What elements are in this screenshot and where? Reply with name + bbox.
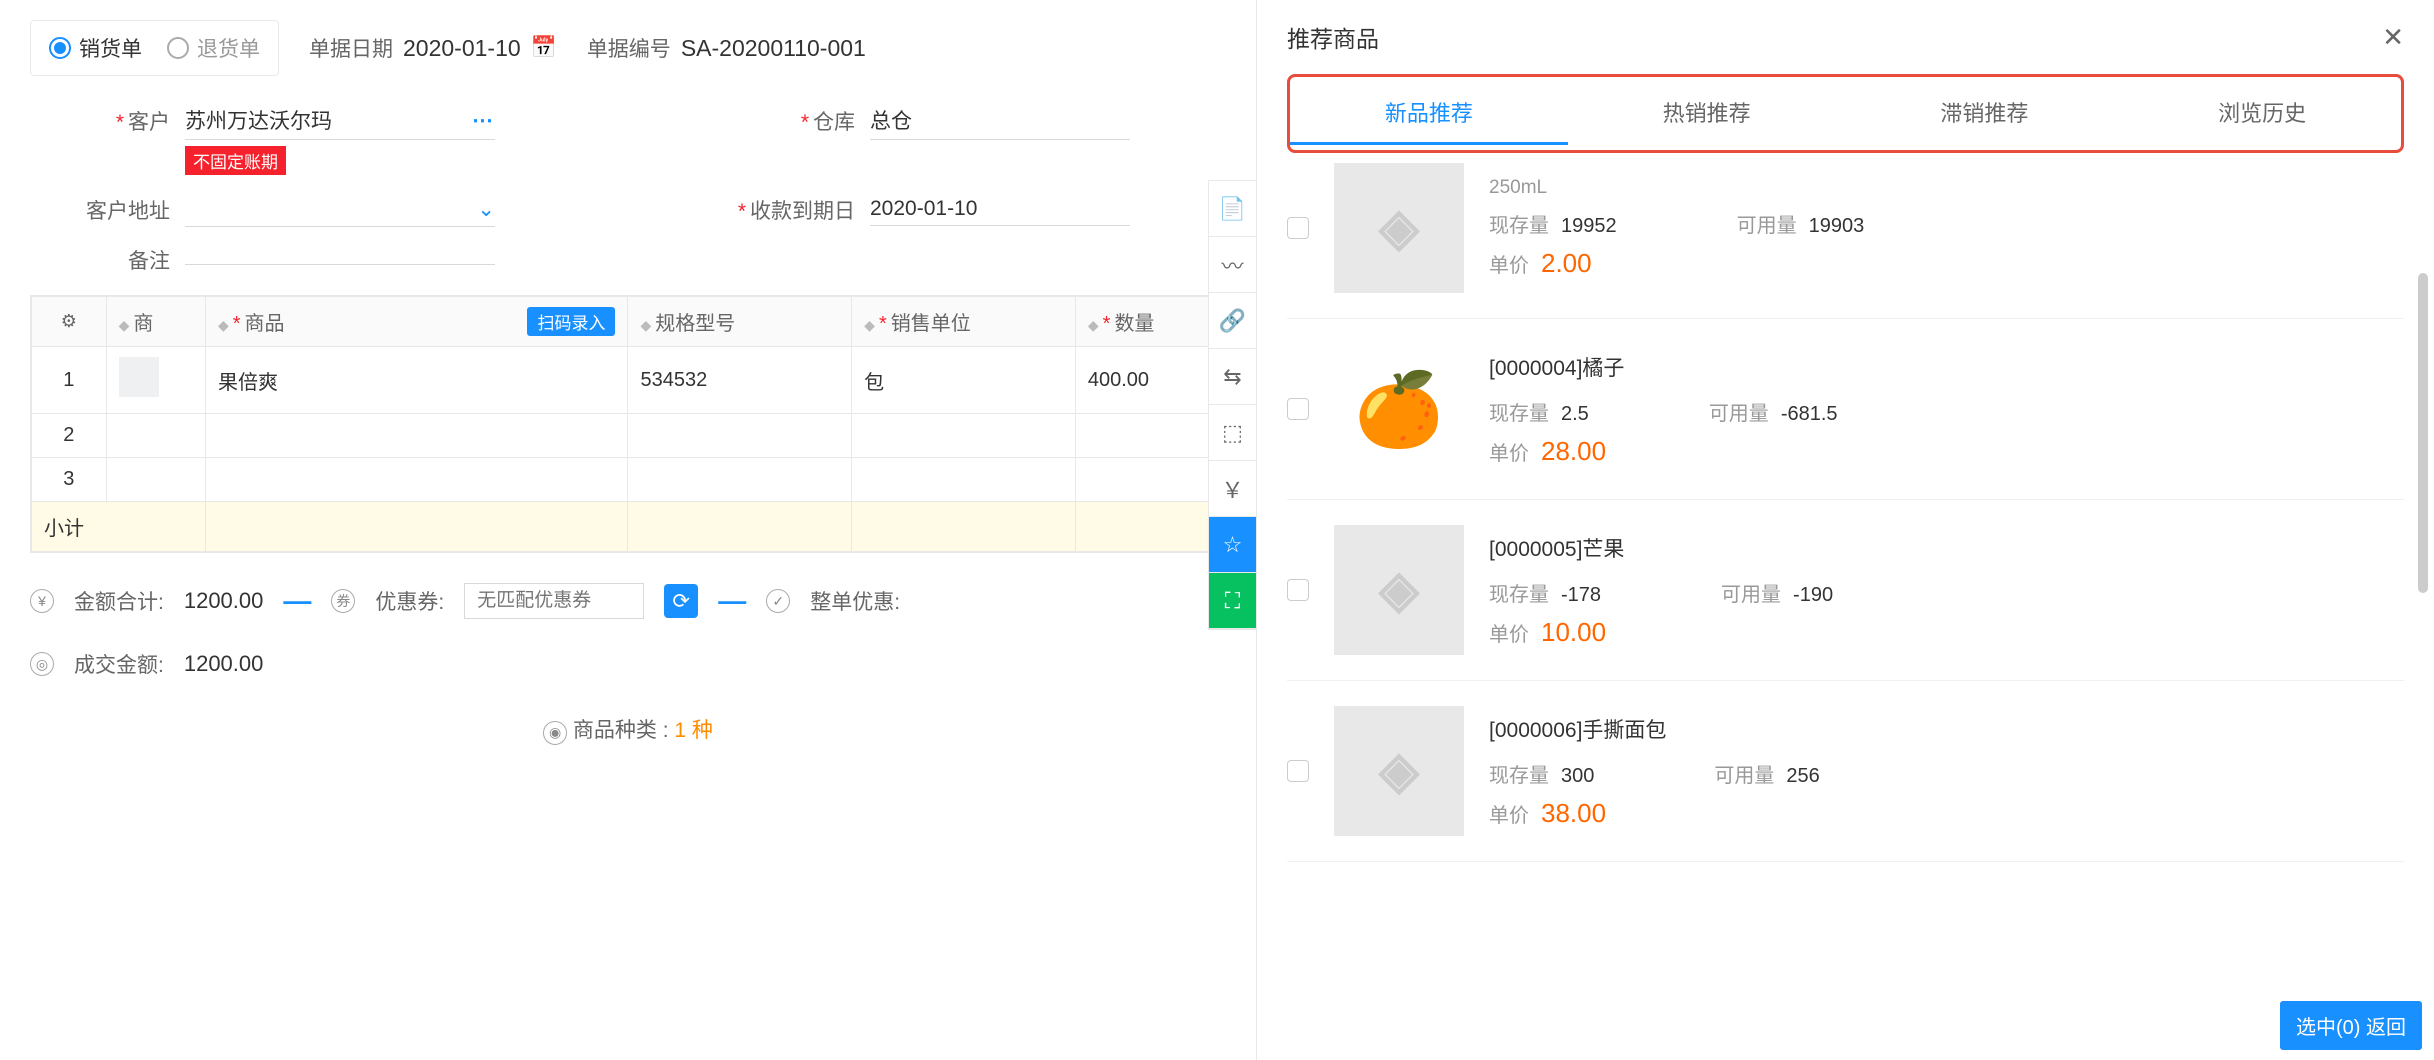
sku-icon: ◉: [543, 721, 567, 745]
product-item[interactable]: ◈ [0000006]手撕面包 现存量300 可用量256 单价38.00: [1287, 681, 2404, 862]
product-checkbox[interactable]: [1287, 217, 1309, 239]
tool-link-icon[interactable]: 🔗: [1209, 293, 1256, 349]
line-items-table: ⚙ ◆商 ◆*商品扫码录入 ◆规格型号 ◆*销售单位 ◆*数量 1 果倍爽 53…: [30, 295, 1226, 553]
sort-icon[interactable]: ◆: [119, 317, 130, 333]
chevron-down-icon[interactable]: ⌄: [477, 197, 495, 222]
tab-new[interactable]: 新品推荐: [1290, 82, 1568, 145]
tool-archive-icon[interactable]: ⬚: [1209, 405, 1256, 461]
currency-icon: ¥: [30, 589, 54, 613]
product-thumb: [119, 357, 159, 397]
tab-hot[interactable]: 热销推荐: [1568, 82, 1846, 145]
product-image-orange: 🍊: [1334, 344, 1464, 474]
sort-icon[interactable]: ◆: [1088, 317, 1099, 333]
customer-tag: 不固定账期: [185, 146, 286, 175]
product-checkbox[interactable]: [1287, 398, 1309, 420]
doc-no-label: 单据编号: [587, 33, 671, 63]
product-image-placeholder: ◈: [1334, 163, 1464, 293]
due-date-value: 2020-01-10: [870, 197, 977, 221]
table-row[interactable]: 1 果倍爽 534532 包 400.00: [32, 347, 1225, 414]
remark-field[interactable]: 备注: [30, 245, 495, 275]
sales-form-panel: 销货单 退货单 单据日期 2020-01-10 📅 单据编号 SA-202001…: [0, 0, 1256, 1060]
gear-icon[interactable]: ⚙: [61, 311, 77, 331]
customer-value: 苏州万达沃尔玛: [185, 105, 332, 135]
product-item[interactable]: ◈ 250mL 现存量19952 可用量19903 单价2.00: [1287, 153, 2404, 319]
dash-icon: —: [718, 585, 746, 617]
doc-no-value: SA-20200110-001: [681, 35, 866, 62]
coupon-icon: 券: [331, 589, 355, 613]
doc-date-label: 单据日期: [309, 33, 393, 63]
discount-icon: ✓: [766, 589, 790, 613]
tool-star-icon[interactable]: ☆: [1209, 517, 1256, 573]
warehouse-value: 总仓: [870, 105, 912, 135]
recommendation-panel: 推荐商品 ✕ 新品推荐 热销推荐 滞销推荐 浏览历史 ◈ 250mL 现存量19…: [1256, 0, 2434, 1060]
table-row[interactable]: 2: [32, 414, 1225, 458]
more-dots-icon[interactable]: ⋯: [472, 108, 495, 133]
scan-input-button[interactable]: 扫码录入: [527, 307, 615, 336]
final-amount: 1200.00: [184, 651, 264, 677]
product-list[interactable]: ◈ 250mL 现存量19952 可用量19903 单价2.00 🍊 [0000…: [1257, 153, 2434, 991]
due-date-field[interactable]: *收款到期日 2020-01-10: [715, 193, 1130, 226]
final-icon: ◎: [30, 652, 54, 676]
refresh-button[interactable]: ⟳: [664, 584, 698, 618]
recommendation-tabs: 新品推荐 热销推荐 滞销推荐 浏览历史: [1287, 74, 2404, 153]
sort-icon[interactable]: ◆: [864, 317, 875, 333]
coupon-input[interactable]: [464, 583, 644, 619]
select-return-button[interactable]: 选中(0) 返回: [2280, 1001, 2422, 1050]
scrollbar[interactable]: [2418, 273, 2428, 593]
radio-selected-icon: [49, 37, 71, 59]
tool-expand-icon[interactable]: ⛶: [1209, 573, 1256, 629]
tool-chart-icon[interactable]: 〰: [1209, 237, 1256, 293]
tab-return-label: 退货单: [197, 33, 260, 63]
table-row[interactable]: 3: [32, 458, 1225, 502]
product-item[interactable]: 🍊 [0000004]橘子 现存量2.5 可用量-681.5 单价28.00: [1287, 319, 2404, 500]
sort-icon[interactable]: ◆: [218, 317, 229, 333]
calendar-icon[interactable]: 📅: [531, 36, 557, 60]
product-checkbox[interactable]: [1287, 760, 1309, 782]
tab-sales-label: 销货单: [79, 33, 142, 63]
product-item[interactable]: ◈ [0000005]芒果 现存量-178 可用量-190 单价10.00: [1287, 500, 2404, 681]
doc-no-field: 单据编号 SA-20200110-001: [587, 33, 866, 63]
customer-field[interactable]: *客户 苏州万达沃尔玛 ⋯: [30, 101, 495, 140]
address-field[interactable]: 客户地址 ⌄: [30, 193, 495, 227]
dash-icon: —: [283, 585, 311, 617]
subtotal-row: 小计: [32, 502, 1225, 552]
sort-icon[interactable]: ◆: [640, 317, 651, 333]
tool-currency-icon[interactable]: ￥: [1209, 461, 1256, 517]
product-checkbox[interactable]: [1287, 579, 1309, 601]
amount-total: 1200.00: [184, 588, 264, 614]
product-image-placeholder: ◈: [1334, 706, 1464, 836]
tool-doc-icon[interactable]: 📄: [1209, 181, 1256, 237]
tab-return-order[interactable]: 退货单: [167, 33, 260, 63]
close-icon[interactable]: ✕: [2382, 22, 2404, 53]
tool-exchange-icon[interactable]: ⇆: [1209, 349, 1256, 405]
product-image-placeholder: ◈: [1334, 525, 1464, 655]
doc-date-value: 2020-01-10: [403, 35, 521, 62]
order-type-tabs: 销货单 退货单: [30, 20, 279, 76]
warehouse-field[interactable]: *仓库 总仓: [715, 101, 1130, 140]
tab-slow[interactable]: 滞销推荐: [1846, 82, 2124, 145]
side-toolbar: 📄 〰 🔗 ⇆ ⬚ ￥ ☆ ⛶: [1208, 180, 1256, 630]
radio-unselected-icon: [167, 37, 189, 59]
doc-date-field[interactable]: 单据日期 2020-01-10 📅: [309, 33, 557, 63]
tab-sales-order[interactable]: 销货单: [49, 33, 142, 63]
panel-title: 推荐商品: [1287, 20, 1379, 54]
sku-summary: ◉ 商品种类 : 1 种: [30, 714, 1226, 745]
tab-history[interactable]: 浏览历史: [2123, 82, 2401, 145]
